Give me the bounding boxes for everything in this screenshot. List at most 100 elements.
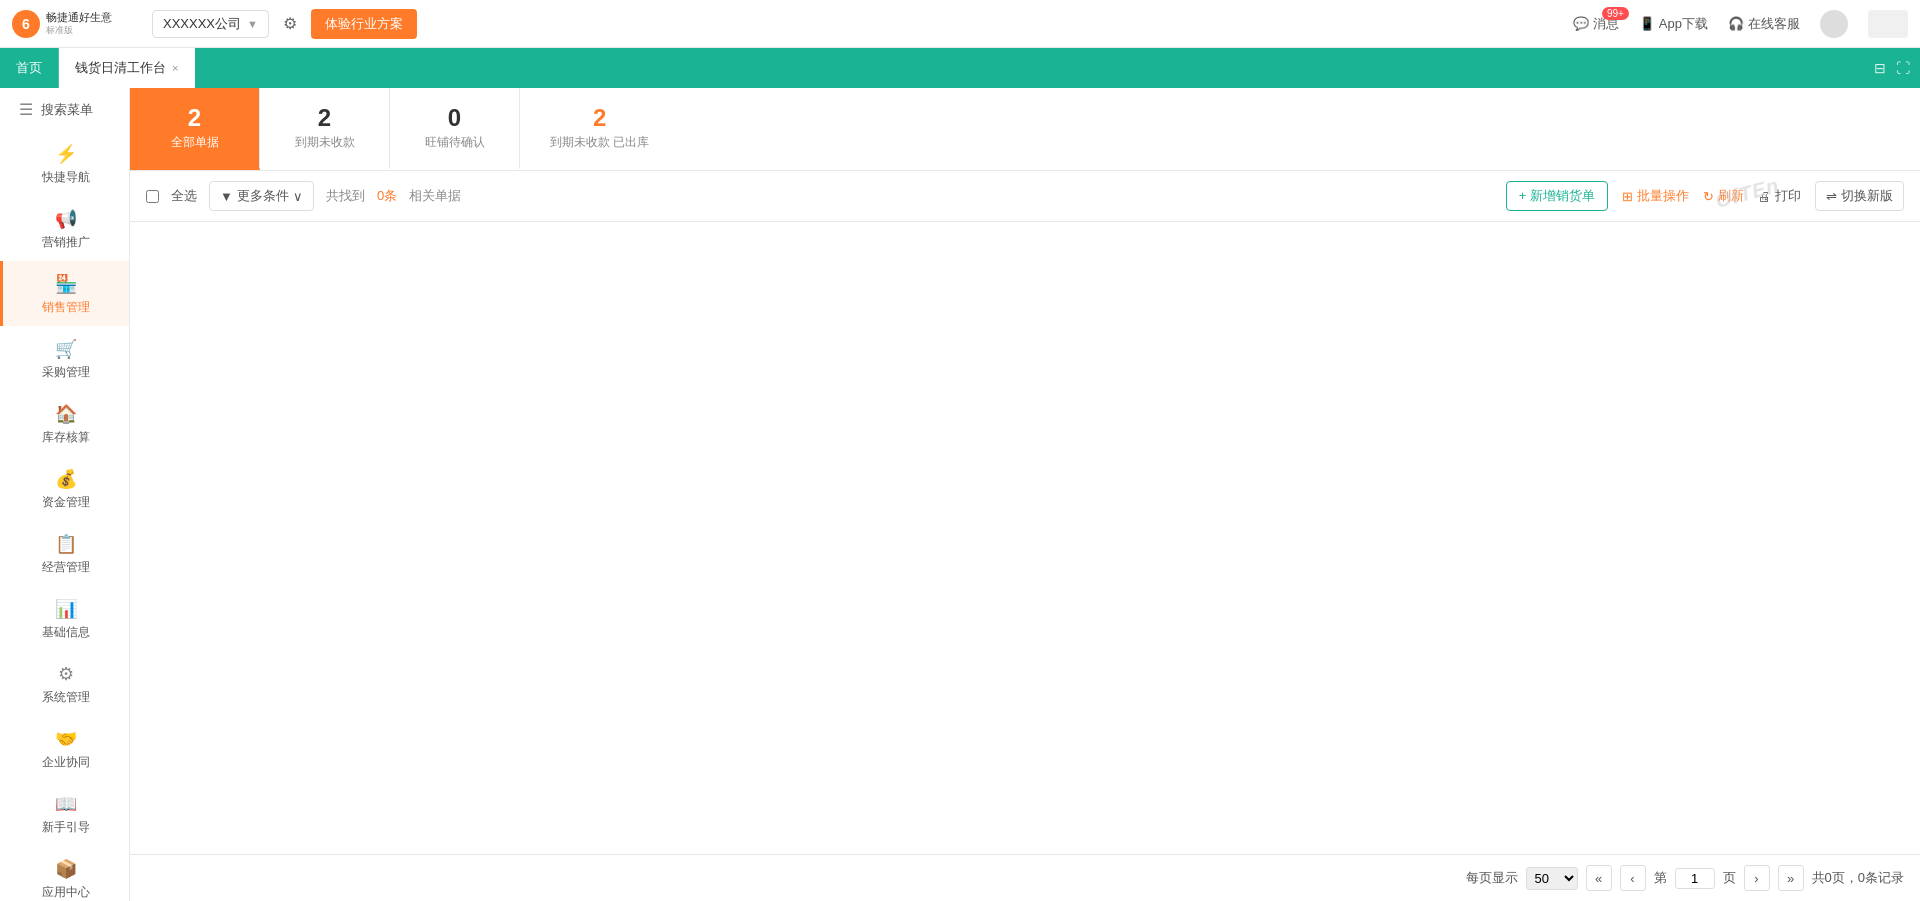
filter-arrow-icon: ∨ — [293, 189, 303, 204]
filter-button[interactable]: ▼ 更多条件 ∨ — [209, 181, 314, 211]
switch-label: 切换新版 — [1841, 187, 1893, 205]
page-number-input[interactable] — [1675, 868, 1715, 889]
header-right: 💬 消息 99+ 📱 App下载 🎧 在线客服 — [1573, 10, 1908, 38]
stat-card-pending[interactable]: 0 旺铺待确认 — [390, 88, 520, 170]
tab-home-label: 首页 — [16, 59, 42, 77]
first-page-button[interactable]: « — [1586, 865, 1612, 891]
purchase-icon: 🛒 — [55, 338, 77, 360]
company-dropdown-arrow: ▼ — [247, 18, 258, 30]
purchase-label: 采购管理 — [42, 364, 90, 381]
enterprise-icon: 🤝 — [55, 728, 77, 750]
stat-card-all[interactable]: 2 全部单据 — [130, 88, 260, 170]
print-icon: 🖨 — [1758, 189, 1771, 204]
print-label: 打印 — [1775, 187, 1801, 205]
sidebar-item-search-menu[interactable]: ☰ 搜索菜单 — [0, 88, 129, 131]
tab-bar-actions: ⊟ ⛶ — [1874, 60, 1920, 76]
online-service-icon: 🎧 — [1728, 16, 1744, 31]
stat-card-overdue[interactable]: 2 到期未收款 — [260, 88, 390, 170]
company-selector[interactable]: XXXXXX公司 ▼ — [152, 10, 269, 38]
top-header: 6 畅捷通好生意 标准版 XXXXXX公司 ▼ ⚙ 体验行业方案 💬 消息 99… — [0, 0, 1920, 48]
next-page-button[interactable]: › — [1744, 865, 1770, 891]
tab-expand-icon[interactable]: ⛶ — [1896, 60, 1910, 76]
online-service-label: 在线客服 — [1748, 15, 1800, 33]
refresh-button[interactable]: ↻ 刷新 — [1703, 187, 1744, 205]
toolbar: 全选 ▼ 更多条件 ∨ 共找到 0条 相关单据 + 新增销货单 ⊞ 批量操作 ↻… — [130, 171, 1920, 222]
search-icon: ☰ — [19, 100, 33, 119]
sidebar-item-operations[interactable]: 📋 经营管理 — [0, 521, 129, 586]
select-all-checkbox[interactable] — [146, 190, 159, 203]
sales-label: 销售管理 — [42, 299, 90, 316]
sidebar-item-enterprise[interactable]: 🤝 企业协同 — [0, 716, 129, 781]
switch-version-button[interactable]: ⇌ 切换新版 — [1815, 181, 1904, 211]
stat-card-overdue-out[interactable]: 2 到期未收款 已出库 — [520, 88, 679, 170]
stat-pending-num: 0 — [448, 104, 461, 132]
logo-text-area: 畅捷通好生意 标准版 — [46, 10, 112, 37]
logo-icon: 6 — [12, 10, 40, 38]
sidebar-item-finance[interactable]: 💰 资金管理 — [0, 456, 129, 521]
sidebar-item-sales[interactable]: 🏪 销售管理 — [0, 261, 129, 326]
stat-overdue-out-label: 到期未收款 已出库 — [550, 134, 649, 151]
sidebar-item-quick-nav[interactable]: ⚡ 快捷导航 — [0, 131, 129, 196]
prev-page-button[interactable]: ‹ — [1620, 865, 1646, 891]
sidebar-item-inventory[interactable]: 🏠 库存核算 — [0, 391, 129, 456]
content-area: 2 全部单据 2 到期未收款 0 旺铺待确认 2 到期未收款 已出库 全选 ▼ … — [130, 88, 1920, 901]
trial-button[interactable]: 体验行业方案 — [311, 9, 417, 39]
stats-cards: 2 全部单据 2 到期未收款 0 旺铺待确认 2 到期未收款 已出库 — [130, 88, 1920, 171]
app-name: 畅捷通好生意 — [46, 10, 112, 24]
message-badge: 99+ — [1602, 7, 1629, 20]
online-service-item[interactable]: 🎧 在线客服 — [1728, 15, 1800, 33]
enterprise-label: 企业协同 — [42, 754, 90, 771]
system-label: 系统管理 — [42, 689, 90, 706]
filter-icon: ▼ — [220, 189, 233, 204]
related-text: 相关单据 — [409, 187, 461, 205]
per-page-label: 每页显示 — [1466, 869, 1518, 887]
stat-all-num: 2 — [188, 104, 201, 132]
sales-icon: 🏪 — [55, 273, 77, 295]
company-name: XXXXXX公司 — [163, 15, 241, 33]
sidebar-item-guide[interactable]: 📖 新手引导 — [0, 781, 129, 846]
add-sales-order-button[interactable]: + 新增销货单 — [1506, 181, 1608, 211]
tab-minimize-icon[interactable]: ⊟ — [1874, 60, 1886, 76]
refresh-icon: ↻ — [1703, 189, 1714, 204]
per-page-select[interactable]: 50 10 20 100 — [1526, 867, 1578, 890]
marketing-label: 营销推广 — [42, 234, 90, 251]
sidebar-item-purchase[interactable]: 🛒 采购管理 — [0, 326, 129, 391]
avatar[interactable] — [1820, 10, 1848, 38]
stat-overdue-out-num: 2 — [593, 104, 606, 132]
message-item[interactable]: 💬 消息 99+ — [1573, 15, 1619, 33]
stat-pending-label: 旺铺待确认 — [425, 134, 485, 151]
stat-overdue-label: 到期未收款 — [295, 134, 355, 151]
basic-info-label: 基础信息 — [42, 624, 90, 641]
logo-area: 6 畅捷通好生意 标准版 — [12, 10, 142, 38]
pagination-bar: 每页显示 50 10 20 100 « ‹ 第 页 › » 共0页，0条记录 — [130, 854, 1920, 901]
last-page-button[interactable]: » — [1778, 865, 1804, 891]
settings-icon[interactable]: ⚙ — [279, 10, 301, 37]
sidebar-item-system[interactable]: ⚙ 系统管理 — [0, 651, 129, 716]
tab-close-icon[interactable]: × — [172, 62, 178, 74]
found-text: 共找到 — [326, 187, 365, 205]
sidebar-item-basic-info[interactable]: 📊 基础信息 — [0, 586, 129, 651]
app-center-label: 应用中心 — [42, 884, 90, 901]
sidebar: ☰ 搜索菜单 ⚡ 快捷导航 📢 营销推广 🏪 销售管理 🛒 采购管理 🏠 库存核… — [0, 88, 130, 901]
stat-all-label: 全部单据 — [171, 134, 219, 151]
tab-active[interactable]: 钱货日清工作台 × — [59, 48, 195, 88]
batch-operation-button[interactable]: ⊞ 批量操作 — [1622, 187, 1689, 205]
batch-label: 批量操作 — [1637, 187, 1689, 205]
message-icon: 💬 — [1573, 16, 1589, 31]
stat-overdue-num: 2 — [318, 104, 331, 132]
batch-icon: ⊞ — [1622, 189, 1633, 204]
finance-icon: 💰 — [55, 468, 77, 490]
toolbar-right: + 新增销货单 ⊞ 批量操作 ↻ 刷新 🖨 打印 ⇌ 切换新版 — [1506, 181, 1904, 211]
user-name-area[interactable] — [1868, 10, 1908, 38]
tab-home[interactable]: 首页 — [0, 48, 59, 88]
finance-label: 资金管理 — [42, 494, 90, 511]
app-download-item[interactable]: 📱 App下载 — [1639, 15, 1708, 33]
tab-active-label: 钱货日清工作台 — [75, 59, 166, 77]
print-button[interactable]: 🖨 打印 — [1758, 187, 1801, 205]
sidebar-item-marketing[interactable]: 📢 营销推广 — [0, 196, 129, 261]
page-label: 第 — [1654, 869, 1667, 887]
app-center-icon: 📦 — [55, 858, 77, 880]
sidebar-item-app-center[interactable]: 📦 应用中心 — [0, 846, 129, 901]
quick-nav-label: 快捷导航 — [42, 169, 90, 186]
operations-icon: 📋 — [55, 533, 77, 555]
